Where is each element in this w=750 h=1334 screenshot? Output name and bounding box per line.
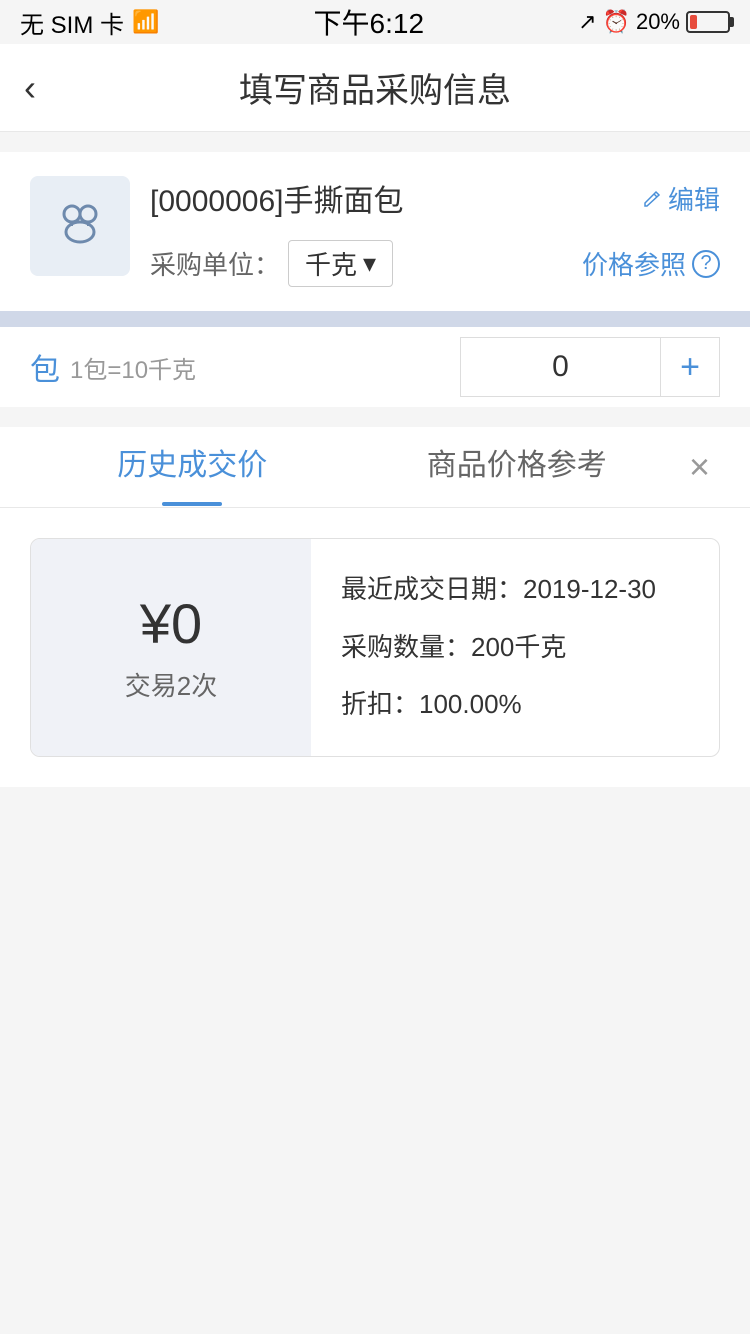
unit-select[interactable]: 千克 ▾ [288,240,393,287]
product-card: [0000006]手撕面包 编辑 采购单位： 千克 ▾ 价格参照 ? [0,152,750,311]
unit-label: 采购单位： 千克 ▾ [150,240,393,287]
tabs-container: 历史成交价 商品价格参考 × [0,427,750,508]
back-button[interactable]: ‹ [24,67,36,109]
dropdown-arrow-icon: ▾ [363,248,376,279]
unit-conversion: 1包=10千克 [70,350,196,385]
transaction-count: 交易2次 [125,666,217,703]
status-time: 下午6:12 [314,2,425,42]
status-bar: 无 SIM 卡 📶 下午6:12 ↗ ⏰ 20% [0,0,750,44]
battery-fill [690,15,697,29]
nav-bar: ‹ 填写商品采购信息 [0,44,750,132]
unit-box-label: 包 [30,345,60,389]
page-title: 填写商品采购信息 [239,63,511,112]
recent-date-row: 最近成交日期：2019-12-30 [341,569,689,611]
unit-info: 包 1包=10千克 [30,345,196,389]
tab-content: ¥0 交易2次 最近成交日期：2019-12-30 采购数量：200千克 折扣：… [0,508,750,787]
battery-icon [686,11,730,33]
transaction-card: ¥0 交易2次 最近成交日期：2019-12-30 采购数量：200千克 折扣：… [30,538,720,757]
purchase-quantity-row: 采购数量：200千克 [341,627,689,669]
wifi-icon: 📶 [132,9,159,35]
tab-history-price[interactable]: 历史成交价 [30,440,354,494]
unit-row: 采购单位： 千克 ▾ 价格参照 ? [150,240,720,287]
quantity-input[interactable] [460,337,660,397]
status-left: 无 SIM 卡 📶 [20,5,159,40]
battery-percent: 20% [636,9,680,35]
transaction-price: ¥0 [140,591,202,656]
product-name: [0000006]手撕面包 [150,176,403,220]
divider-bar [0,311,750,327]
carrier-text: 无 SIM 卡 [20,5,124,40]
price-ref-button[interactable]: 价格参照 ? [582,245,720,282]
quantity-plus-button[interactable]: + [660,337,720,397]
tabs-header: 历史成交价 商品价格参考 × [0,427,750,507]
product-name-row: [0000006]手撕面包 编辑 [150,176,720,220]
product-info: [0000006]手撕面包 编辑 采购单位： 千克 ▾ 价格参照 ? [150,176,720,287]
tab-product-price-ref[interactable]: 商品价格参考 [354,440,678,494]
help-icon: ? [692,250,720,278]
tab-close-button[interactable]: × [679,446,720,488]
quantity-row: 包 1包=10千克 + [0,327,750,407]
quantity-control: + [460,337,720,397]
main-content: ¥0 交易2次 最近成交日期：2019-12-30 采购数量：200千克 折扣：… [0,508,750,1208]
location-icon: ↗ [578,9,596,35]
transaction-left: ¥0 交易2次 [31,539,311,756]
transaction-right: 最近成交日期：2019-12-30 采购数量：200千克 折扣：100.00% [311,539,719,756]
status-right: ↗ ⏰ 20% [578,9,730,35]
edit-button[interactable]: 编辑 [642,180,720,217]
discount-row: 折扣：100.00% [341,684,689,726]
product-thumbnail [30,176,130,276]
alarm-icon: ⏰ [603,9,630,35]
